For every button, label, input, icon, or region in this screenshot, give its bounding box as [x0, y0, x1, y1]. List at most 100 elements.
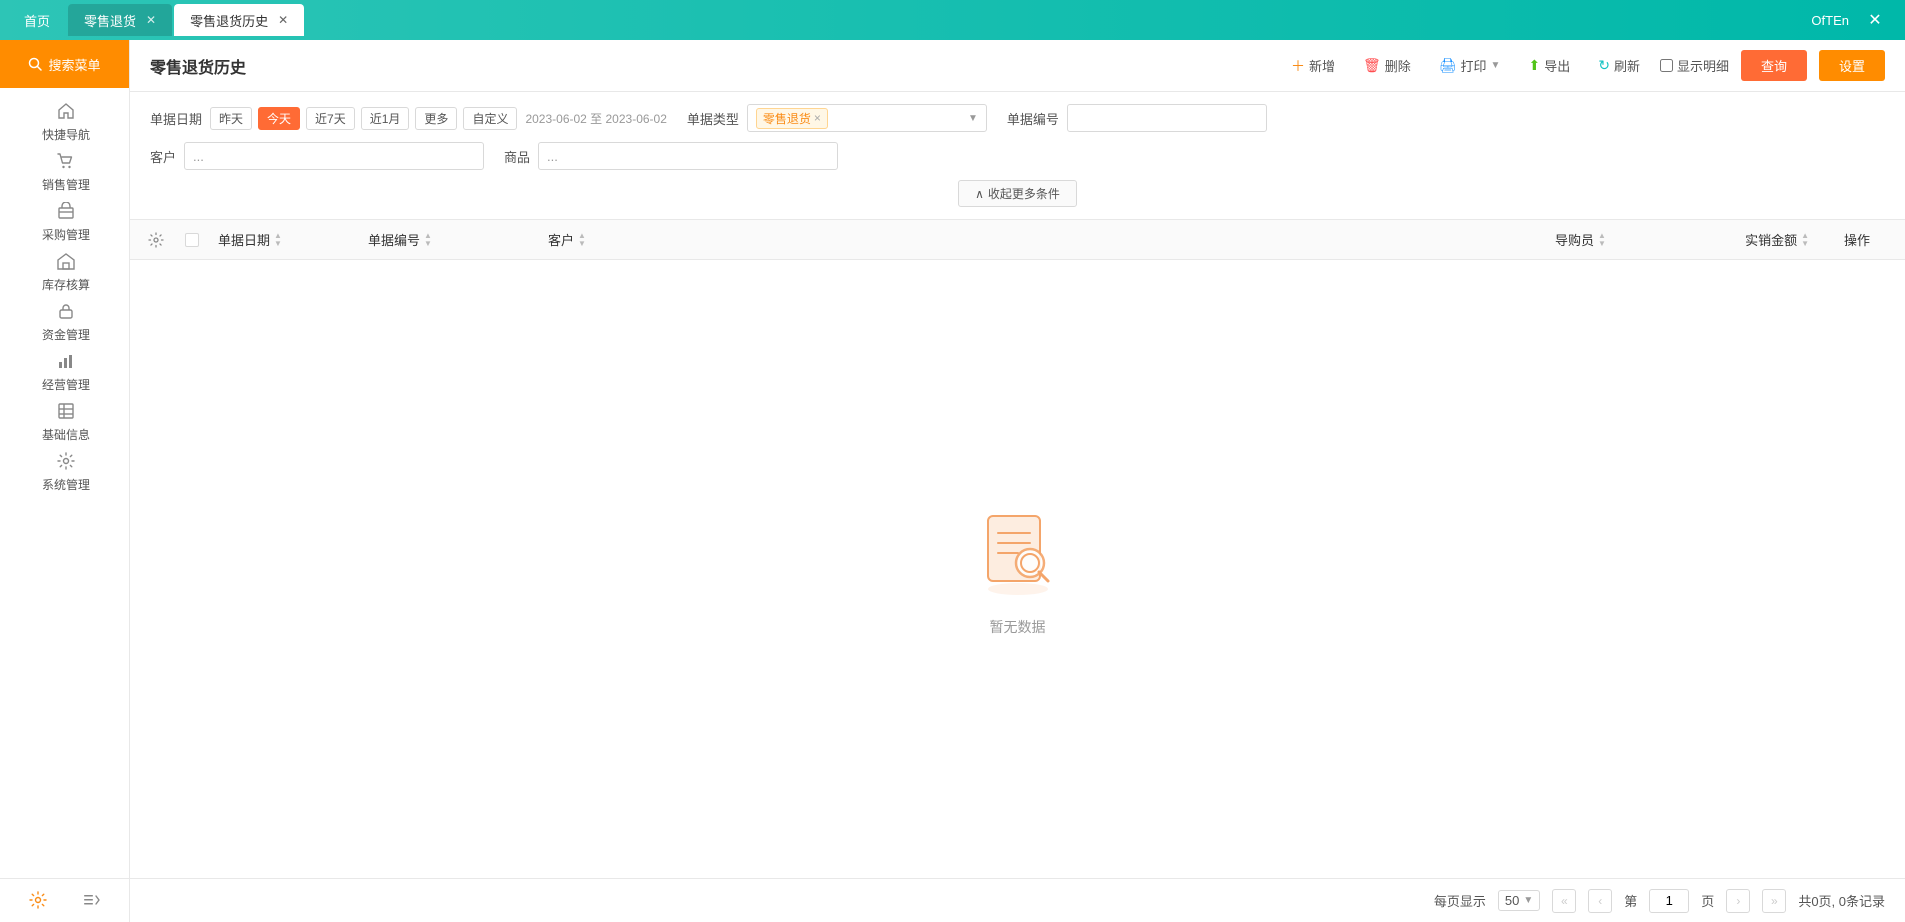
th-docno-label: 单据编号: [368, 230, 420, 249]
cart-icon: [55, 150, 77, 172]
date-filter-item: 单据日期 昨天 今天 近7天 近1月 更多 自定义 2023-06-02 至 2…: [150, 107, 667, 130]
plus-icon: ＋: [1291, 56, 1305, 76]
tab-retail-return-close[interactable]: ✕: [146, 13, 156, 27]
doc-type-filter-item: 单据类型 零售退货 × ▼: [687, 104, 987, 132]
sidebar-search[interactable]: 搜索菜单: [0, 40, 129, 88]
sidebar-nav: 快捷导航 销售管理 采购管理 库存核算: [0, 88, 129, 878]
per-page-label: 每页显示: [1434, 891, 1486, 910]
date-btn-7days[interactable]: 近7天: [306, 107, 355, 130]
sidebar-item-sales-mgmt[interactable]: 销售管理: [0, 146, 129, 196]
date-btn-today[interactable]: 今天: [258, 107, 300, 130]
customer-filter-item: 客户 ...: [150, 142, 484, 170]
page-header: 零售退货历史 ＋ 新增 🗑 删除 🖨 打印 ▼ ⬆ 导出: [130, 40, 1905, 92]
sidebar-item-finance[interactable]: 资金管理: [0, 296, 129, 346]
sidebar-settings-btn[interactable]: [29, 891, 47, 909]
top-bar: 首页 零售退货 ✕ 零售退货历史 ✕ OfTEn ✕: [0, 0, 1905, 40]
sidebar-item-system-label: 系统管理: [42, 476, 90, 493]
tab-retail-return[interactable]: 零售退货 ✕: [68, 4, 172, 36]
customer-select[interactable]: ...: [184, 142, 484, 170]
doc-type-tag-remove[interactable]: ×: [814, 111, 821, 125]
sidebar-search-label: 搜索菜单: [48, 55, 100, 74]
print-label: 打印: [1461, 56, 1487, 75]
print-button[interactable]: 🖨 打印 ▼: [1431, 52, 1509, 79]
sidebar-item-purchase-mgmt[interactable]: 采购管理: [0, 196, 129, 246]
sidebar-item-system[interactable]: 系统管理: [0, 446, 129, 496]
select-all-checkbox[interactable]: [185, 233, 199, 247]
th-ops-label: 操作: [1844, 230, 1870, 249]
page-number-input[interactable]: [1649, 889, 1689, 913]
export-icon: ⬆: [1528, 57, 1540, 74]
th-amount[interactable]: 实销金额 ▲▼: [1697, 230, 1817, 249]
th-guide[interactable]: 导购员 ▲▼: [1547, 230, 1697, 249]
sidebar-item-quick-nav-label: 快捷导航: [42, 126, 90, 143]
sidebar-item-basic-info-label: 基础信息: [42, 426, 90, 443]
page-size-select[interactable]: 50 ▼: [1498, 890, 1540, 911]
th-guide-sort-icon: ▲▼: [1598, 232, 1606, 248]
page-unit: 页: [1701, 891, 1714, 910]
new-button[interactable]: ＋ 新增: [1283, 52, 1343, 80]
sidebar-item-sales-label: 销售管理: [42, 176, 90, 193]
header-actions: ＋ 新增 🗑 删除 🖨 打印 ▼ ⬆ 导出 ↻ 刷新: [1283, 50, 1885, 81]
last-page-button[interactable]: »: [1762, 889, 1786, 913]
sidebar-collapse-btn[interactable]: [82, 891, 100, 909]
doc-type-tags: 零售退货 ×: [756, 108, 828, 129]
doc-type-chevron-icon: ▼: [968, 113, 978, 124]
table-header-checkbox[interactable]: [174, 233, 210, 247]
sidebar-item-quick-nav[interactable]: 快捷导航: [0, 96, 129, 146]
collapse-row: ∧ 收起更多条件: [150, 180, 1885, 207]
refresh-button[interactable]: ↻ 刷新: [1590, 52, 1648, 79]
filter-row-2: 客户 ... 商品 ...: [150, 142, 1885, 170]
sidebar-item-basic-info[interactable]: 基础信息: [0, 396, 129, 446]
query-button[interactable]: 查询: [1741, 50, 1807, 81]
window-close-button[interactable]: ✕: [1861, 6, 1889, 34]
tab-home[interactable]: 首页: [8, 4, 66, 36]
display-detail-input[interactable]: [1660, 59, 1673, 72]
th-docno[interactable]: 单据编号 ▲▼: [360, 230, 540, 249]
tab-retail-return-history[interactable]: 零售退货历史 ✕: [174, 4, 304, 36]
th-customer-sort-icon: ▲▼: [578, 232, 586, 248]
goods-select[interactable]: ...: [538, 142, 838, 170]
doc-type-select[interactable]: 零售退货 × ▼: [747, 104, 987, 132]
empty-illustration: [968, 501, 1068, 601]
sidebar-item-operations[interactable]: 经营管理: [0, 346, 129, 396]
delete-button[interactable]: 🗑 删除: [1355, 52, 1419, 79]
doc-type-tag-text: 零售退货: [763, 110, 811, 127]
date-btn-custom[interactable]: 自定义: [463, 107, 517, 130]
sidebar-item-finance-label: 资金管理: [42, 326, 90, 343]
delete-icon: 🗑: [1363, 57, 1381, 74]
prev-page-button[interactable]: ‹: [1588, 889, 1612, 913]
date-btn-yesterday[interactable]: 昨天: [210, 107, 252, 130]
often-text: OfTEn: [1811, 13, 1849, 28]
sidebar-item-operations-label: 经营管理: [42, 376, 90, 393]
filter-area: 单据日期 昨天 今天 近7天 近1月 更多 自定义 2023-06-02 至 2…: [130, 92, 1905, 220]
first-page-button[interactable]: «: [1552, 889, 1576, 913]
date-filter-label: 单据日期: [150, 109, 202, 128]
customer-dots: ...: [193, 149, 204, 164]
doc-no-filter-item: 单据编号: [1007, 104, 1267, 132]
lock-icon: [55, 300, 77, 322]
doc-no-input[interactable]: [1067, 104, 1267, 132]
print-chevron-icon: ▼: [1491, 60, 1501, 71]
goods-label: 商品: [504, 147, 530, 166]
collapse-up-icon: ∧: [975, 187, 984, 201]
setting-button[interactable]: 设置: [1819, 50, 1885, 81]
content-area: 零售退货历史 ＋ 新增 🗑 删除 🖨 打印 ▼ ⬆ 导出: [130, 40, 1905, 922]
export-button[interactable]: ⬆ 导出: [1520, 52, 1578, 79]
date-btn-more[interactable]: 更多: [415, 107, 457, 130]
th-date[interactable]: 单据日期 ▲▼: [210, 230, 360, 249]
refresh-icon: ↻: [1598, 57, 1610, 74]
collapse-button[interactable]: ∧ 收起更多条件: [958, 180, 1077, 207]
th-customer[interactable]: 客户 ▲▼: [540, 230, 1547, 249]
tab-retail-return-history-close[interactable]: ✕: [278, 13, 288, 27]
th-customer-label: 客户: [548, 230, 574, 249]
next-page-button[interactable]: ›: [1726, 889, 1750, 913]
goods-filter-item: 商品 ...: [504, 142, 838, 170]
date-btn-1month[interactable]: 近1月: [361, 107, 410, 130]
date-range-text: 2023-06-02 至 2023-06-02: [525, 110, 666, 127]
th-guide-label: 导购员: [1555, 230, 1594, 249]
table-settings-btn[interactable]: [138, 232, 174, 248]
page-size-chevron-icon: ▼: [1523, 895, 1533, 906]
sidebar-item-inventory[interactable]: 库存核算: [0, 246, 129, 296]
tab-retail-return-history-label: 零售退货历史: [190, 11, 268, 30]
display-detail-checkbox[interactable]: 显示明细: [1660, 56, 1729, 75]
